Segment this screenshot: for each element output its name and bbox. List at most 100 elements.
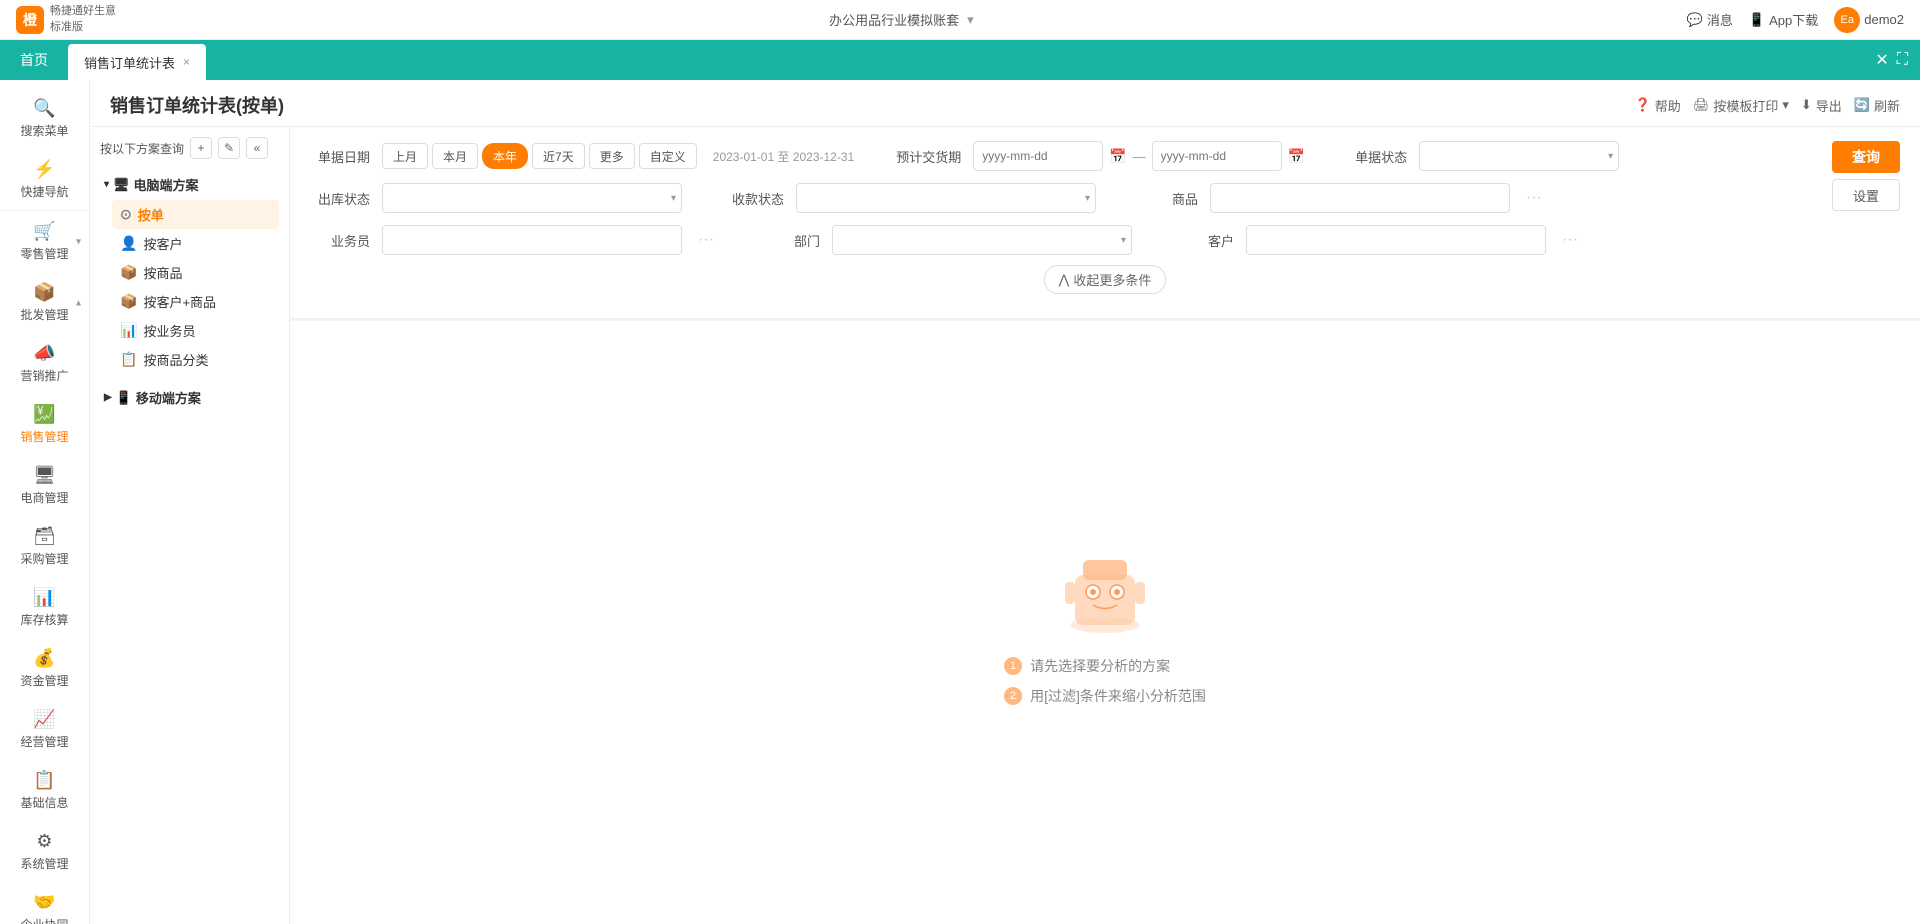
right-panel: 单据日期 上月 本月 本年 近7天 更多 自定义 2023-01-01 至 20… xyxy=(290,127,1920,924)
window-close-btn[interactable]: ✕ xyxy=(1875,50,1888,70)
salesman-input[interactable] xyxy=(382,225,682,255)
tree-item-anshangpin-category[interactable]: 📋 按商品分类 xyxy=(112,345,279,374)
tab-active[interactable]: 销售订单统计表 × xyxy=(68,44,206,80)
tree-item-anshangpin[interactable]: 📦 按商品 xyxy=(112,258,279,287)
sidebar-item-quick-nav[interactable]: ⚡ 快捷导航 xyxy=(0,149,89,210)
panel-toolbar: 按以下方案查询 + ✎ « xyxy=(100,137,279,159)
period-7days[interactable]: 近7天 xyxy=(532,143,585,169)
basic-icon: 📋 xyxy=(33,770,55,791)
tree-item-ankehu[interactable]: 👤 按客户 xyxy=(112,229,279,258)
filter-row-3: 业务员 ··· 部门 ▾ 客户 ··· xyxy=(310,225,1816,255)
sales-icon: 💹 xyxy=(33,404,55,425)
print-icon: 🖨 xyxy=(1693,97,1710,113)
sidebar-item-basic[interactable]: 📋 基础信息 xyxy=(0,760,89,821)
app-download-btn[interactable]: 📱 App下载 xyxy=(1749,10,1818,29)
panel-label: 按以下方案查询 xyxy=(100,140,184,157)
period-this-year[interactable]: 本年 xyxy=(482,143,528,169)
message-icon: 💬 xyxy=(1687,12,1703,28)
sidebar-item-label: 企业协同 xyxy=(20,916,68,924)
avatar: Ea xyxy=(1834,7,1860,33)
add-scheme-btn[interactable]: + xyxy=(190,137,212,159)
customer-more-icon[interactable]: ··· xyxy=(1558,231,1582,249)
dept-label: 部门 xyxy=(760,231,820,250)
sidebar-item-system[interactable]: ⚙ 系统管理 xyxy=(0,821,89,882)
sidebar-item-sales[interactable]: 💹 销售管理 xyxy=(0,394,89,455)
purchase-icon: 🗃 xyxy=(33,526,56,547)
collapse-panel-btn[interactable]: « xyxy=(246,137,268,159)
export-btn[interactable]: ⬇ 导出 xyxy=(1801,96,1842,115)
delivery-select[interactable] xyxy=(382,183,682,213)
tabbar-actions: ✕ ⛶ xyxy=(1875,50,1920,70)
template-print-btn[interactable]: 🖨 按模板打印 ▾ xyxy=(1693,96,1789,115)
sidebar-item-label: 快捷导航 xyxy=(20,183,68,200)
filter-section: 单据日期 上月 本月 本年 近7天 更多 自定义 2023-01-01 至 20… xyxy=(290,127,1920,319)
payment-select[interactable] xyxy=(796,183,1096,213)
download-icon: 📱 xyxy=(1749,12,1765,28)
calendar-icon-start: 📅 xyxy=(1109,148,1126,165)
tab-home[interactable]: 首页 xyxy=(0,40,68,80)
edit-scheme-btn[interactable]: ✎ xyxy=(218,137,240,159)
workspace-arrow[interactable]: ▾ xyxy=(967,12,974,28)
empty-illustration xyxy=(1045,540,1165,640)
period-custom[interactable]: 自定义 xyxy=(639,143,697,169)
tree-item-ankehu-shangpin[interactable]: 📦 按客户+商品 xyxy=(112,287,279,316)
sidebar-item-retail[interactable]: 🛒 零售管理 ▾ xyxy=(0,211,89,272)
customer-label: 客户 xyxy=(1174,231,1234,250)
expected-date-start[interactable] xyxy=(973,141,1103,171)
payment-select-wrap: ▾ xyxy=(796,183,1096,213)
salesman-more-icon[interactable]: ··· xyxy=(694,231,718,249)
inventory-icon: 📊 xyxy=(33,587,55,608)
date-separator: — xyxy=(1133,149,1146,164)
period-buttons: 上月 本月 本年 近7天 更多 自定义 xyxy=(382,143,697,169)
sidebar-item-label: 零售管理 xyxy=(20,245,68,262)
window-expand-btn[interactable]: ⛶ xyxy=(1897,51,1908,69)
expected-date-end[interactable] xyxy=(1152,141,1282,171)
query-button[interactable]: 查询 xyxy=(1832,141,1900,173)
tree-item-anyewu[interactable]: 📊 按业务员 xyxy=(112,316,279,345)
sidebar-item-label: 经营管理 xyxy=(20,733,68,750)
sidebar-item-label: 搜索菜单 xyxy=(20,122,68,139)
goods-input[interactable] xyxy=(1210,183,1510,213)
sidebar-item-ops[interactable]: 📈 经营管理 xyxy=(0,699,89,760)
expected-date-range: 📅 — 📅 xyxy=(973,141,1305,171)
sidebar-item-search-menu[interactable]: 🔍 搜索菜单 xyxy=(0,88,89,149)
sidebar-item-finance[interactable]: 💰 资金管理 xyxy=(0,638,89,699)
chevron-down-icon: ▾ xyxy=(76,236,81,247)
sidebar-item-inventory[interactable]: 📊 库存核算 xyxy=(0,577,89,638)
sidebar-item-marketing[interactable]: 📣 营销推广 xyxy=(0,333,89,394)
dept-select[interactable] xyxy=(832,225,1132,255)
sidebar-item-label: 批发管理 xyxy=(20,306,68,323)
setting-button[interactable]: 设置 xyxy=(1832,179,1900,211)
collapse-icon: ⋀ xyxy=(1059,272,1070,288)
workspace-title: 办公用品行业模拟账套 xyxy=(829,10,959,29)
sidebar-item-corp[interactable]: 🤝 企业协同 xyxy=(0,882,89,924)
sidebar-item-label: 基础信息 xyxy=(20,794,68,811)
topbar: 橙 畅捷通好生意 标准版 办公用品行业模拟账套 ▾ 💬 消息 📱 App下载 E… xyxy=(0,0,1920,40)
anyewu-icon: 📊 xyxy=(120,322,137,339)
wholesale-icon: 📦 xyxy=(33,282,55,303)
status-select[interactable] xyxy=(1419,141,1619,171)
tree-item-andan[interactable]: ⊙ 按单 xyxy=(112,200,279,229)
goods-more-icon[interactable]: ··· xyxy=(1522,189,1546,207)
message-btn[interactable]: 💬 消息 xyxy=(1687,10,1733,29)
empty-tips: 1 请先选择要分析的方案 2 用[过滤]条件来缩小分析范围 xyxy=(1004,656,1206,706)
anshangpin-icon: 📦 xyxy=(120,264,137,281)
collapse-btn[interactable]: ⋀ 收起更多条件 xyxy=(1044,265,1167,294)
period-prev-month[interactable]: 上月 xyxy=(382,143,428,169)
help-btn[interactable]: ❓ 帮助 xyxy=(1635,96,1681,115)
sidebar-item-purchase[interactable]: 🗃 采购管理 xyxy=(0,516,89,577)
period-this-month[interactable]: 本月 xyxy=(432,143,478,169)
user-menu[interactable]: Ea demo2 xyxy=(1834,7,1904,33)
customer-input[interactable] xyxy=(1246,225,1546,255)
sidebar-item-ecom[interactable]: 🖥 电商管理 xyxy=(0,455,89,516)
content-area: 销售订单统计表(按单) ❓ 帮助 🖨 按模板打印 ▾ ⬇ 导出 🔄 刷新 xyxy=(90,80,1920,924)
chevron-up-icon: ▴ xyxy=(76,297,81,308)
tip-num-2: 2 xyxy=(1004,687,1022,705)
topbar-right: 💬 消息 📱 App下载 Ea demo2 xyxy=(1687,7,1904,33)
system-icon: ⚙ xyxy=(36,831,52,852)
refresh-btn[interactable]: 🔄 刷新 xyxy=(1854,96,1900,115)
tab-close-btn[interactable]: × xyxy=(183,55,190,69)
period-more[interactable]: 更多 xyxy=(589,143,635,169)
sidebar-item-wholesale[interactable]: 📦 批发管理 ▴ xyxy=(0,272,89,333)
andan-icon: ⊙ xyxy=(120,206,132,223)
